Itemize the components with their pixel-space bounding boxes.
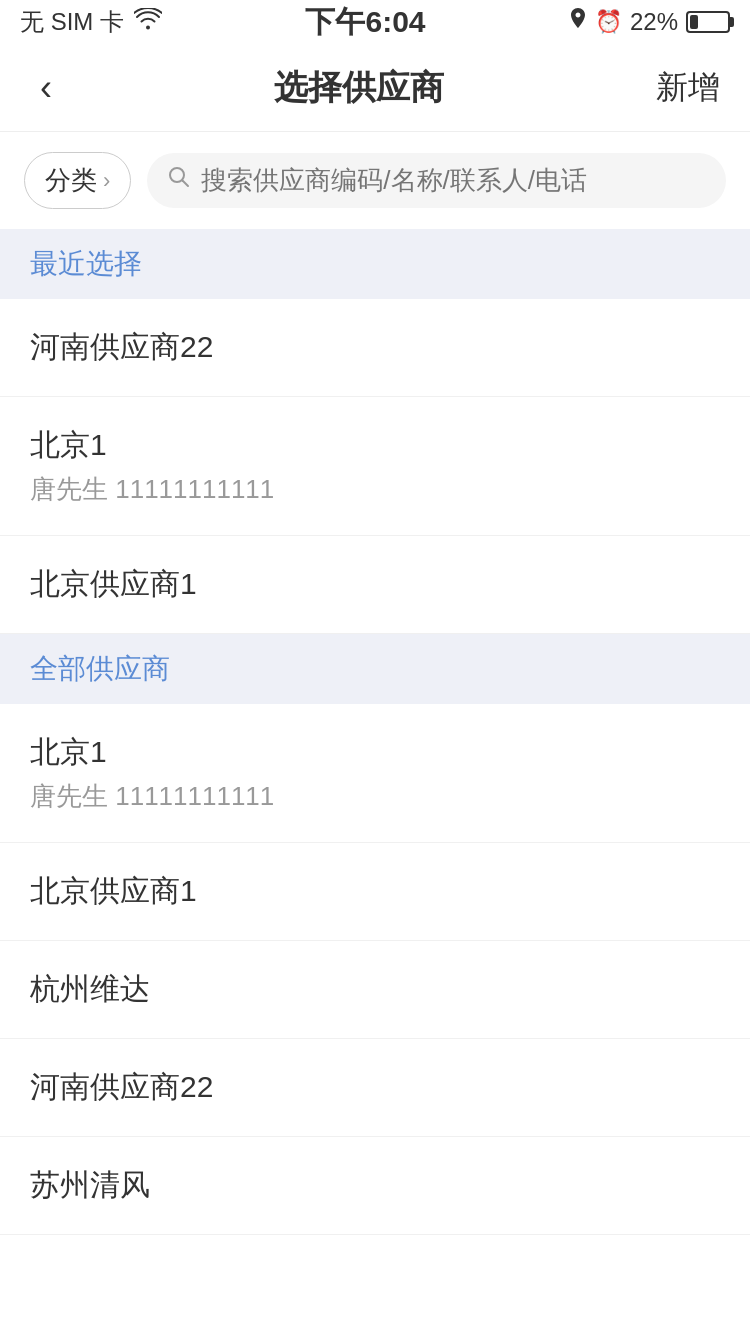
battery-percent: 22% <box>630 8 678 36</box>
search-icon <box>167 165 191 196</box>
filter-bar: 分类 › <box>0 132 750 229</box>
list-item[interactable]: 河南供应商22 <box>0 299 750 397</box>
all-section-header: 全部供应商 <box>0 634 750 704</box>
recent-list: 河南供应商22 北京1 唐先生 11111111111 北京供应商1 <box>0 299 750 634</box>
nav-bar: ‹ 选择供应商 新增 <box>0 44 750 132</box>
item-name: 苏州清风 <box>30 1165 720 1206</box>
all-section-label: 全部供应商 <box>30 653 170 684</box>
item-name: 北京1 <box>30 425 720 466</box>
battery-icon <box>686 11 730 33</box>
all-list: 北京1 唐先生 11111111111 北京供应商1 杭州维达河南供应商22 苏州清风 <box>0 704 750 1235</box>
category-label: 分类 <box>45 163 97 198</box>
list-item[interactable]: 杭州维达 <box>0 941 750 1039</box>
item-name: 河南供应商22 <box>30 1067 720 1108</box>
svg-line-1 <box>183 181 189 187</box>
item-name: 北京供应商1 <box>30 871 720 912</box>
page-title: 选择供应商 <box>274 65 444 111</box>
list-item[interactable]: 苏州清风 <box>0 1137 750 1235</box>
status-bar: 无 SIM 卡 下午6:04 ⏰ 22% <box>0 0 750 44</box>
category-chevron-icon: › <box>103 168 110 194</box>
list-item[interactable]: 北京1 唐先生 11111111111 <box>0 704 750 843</box>
item-sub: 唐先生 11111111111 <box>30 779 720 814</box>
add-button[interactable]: 新增 <box>656 66 720 110</box>
item-name: 杭州维达 <box>30 969 720 1010</box>
category-filter-button[interactable]: 分类 › <box>24 152 131 209</box>
item-name: 北京1 <box>30 732 720 773</box>
item-sub: 唐先生 11111111111 <box>30 472 720 507</box>
list-item[interactable]: 北京供应商1 <box>0 536 750 634</box>
status-time: 下午6:04 <box>305 2 425 43</box>
back-button[interactable]: ‹ <box>30 57 62 119</box>
location-icon <box>569 8 587 36</box>
status-right: ⏰ 22% <box>569 8 730 36</box>
search-box <box>147 153 726 208</box>
list-item[interactable]: 河南供应商22 <box>0 1039 750 1137</box>
recent-section-label: 最近选择 <box>30 248 142 279</box>
status-left: 无 SIM 卡 <box>20 6 162 38</box>
wifi-icon <box>134 8 162 36</box>
list-item[interactable]: 北京1 唐先生 11111111111 <box>0 397 750 536</box>
alarm-icon: ⏰ <box>595 9 622 35</box>
item-name: 北京供应商1 <box>30 564 720 605</box>
recent-section-header: 最近选择 <box>0 229 750 299</box>
carrier-text: 无 SIM 卡 <box>20 6 124 38</box>
list-item[interactable]: 北京供应商1 <box>0 843 750 941</box>
item-name: 河南供应商22 <box>30 327 720 368</box>
search-input[interactable] <box>201 165 706 196</box>
